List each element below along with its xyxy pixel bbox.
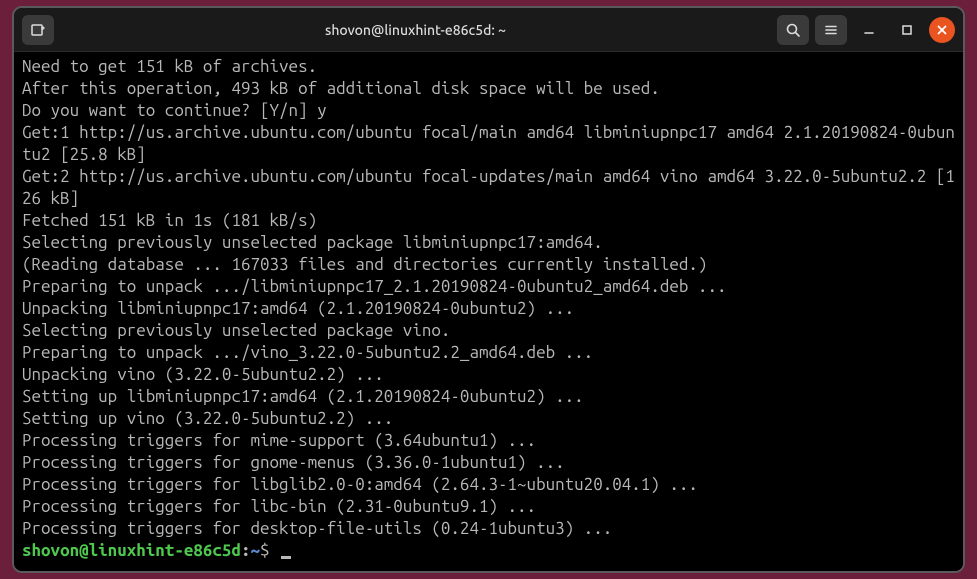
window-title: shovon@linuxhint-e86c5d: ~ [54,22,777,38]
new-tab-icon [30,22,46,38]
search-button[interactable] [777,15,809,45]
prompt-symbol: $ [260,541,270,560]
close-button[interactable] [929,17,955,43]
cursor [281,556,291,559]
maximize-icon [900,23,914,37]
new-tab-button[interactable] [22,15,54,45]
titlebar: shovon@linuxhint-e86c5d: ~ [14,8,963,52]
prompt-user-host: shovon@linuxhint-e86c5d [22,541,241,560]
terminal-window: shovon@linuxhint-e86c5d: ~ [12,6,965,573]
menu-button[interactable] [815,15,847,45]
close-icon [936,24,948,36]
prompt-path: ~ [251,541,261,560]
hamburger-icon [823,22,839,38]
terminal-lines: Need to get 151 kB of archives. After th… [22,57,955,538]
prompt-colon: : [241,541,251,560]
minimize-button[interactable] [853,15,885,45]
maximize-button[interactable] [891,15,923,45]
minimize-icon [862,23,876,37]
terminal-output[interactable]: Need to get 151 kB of archives. After th… [14,52,963,571]
search-icon [785,22,801,38]
